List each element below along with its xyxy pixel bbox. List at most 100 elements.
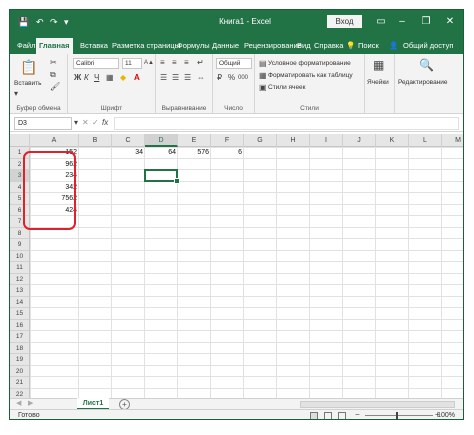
row-header-17[interactable]: 17 [10,331,29,343]
name-box[interactable]: D3 [14,117,72,130]
bold-button[interactable]: Ж [74,73,81,83]
wrap-text-icon[interactable]: ↵ [197,58,204,68]
align-center-icon[interactable]: ☰ [172,73,179,83]
merge-cells-icon[interactable]: ⇔ [197,73,205,83]
row-header-18[interactable]: 18 [10,343,29,354]
cell-e1[interactable]: 576 [178,147,211,159]
row-header-11[interactable]: 11 [10,262,29,274]
column-header-l[interactable]: L [409,134,442,147]
row-header-9[interactable]: 9 [10,239,29,251]
align-bottom-icon[interactable]: ≡ [184,58,189,68]
row-header-19[interactable]: 19 [10,354,29,366]
borders-icon[interactable]: ▦ [106,73,114,83]
align-top-icon[interactable]: ≡ [160,58,165,68]
column-header-e[interactable]: E [178,134,211,147]
conditional-formatting-button[interactable]: Условное форматирование [268,60,351,67]
column-header-b[interactable]: B [79,134,112,147]
align-middle-icon[interactable]: ≡ [172,58,177,68]
row-header-16[interactable]: 16 [10,320,29,331]
font-size-select[interactable]: 11 [122,58,142,69]
format-painter-icon[interactable]: 🖌 [50,82,60,92]
zoom-level[interactable]: 100% [437,411,455,419]
zoom-slider[interactable] [365,415,433,416]
column-header-d[interactable]: D [145,134,178,147]
thousands-separator-button[interactable]: 000 [238,73,248,83]
editing-button[interactable]: Редактирование [398,79,448,86]
paste-dropdown-icon[interactable]: ▾ [14,89,18,99]
ribbon-display-icon[interactable]: ▭ [374,15,388,28]
column-header-f[interactable]: F [211,134,244,147]
close-button[interactable]: ✕ [443,15,457,28]
find-select-icon[interactable]: 🔍 [419,59,434,71]
row-header-22[interactable]: 22 [10,389,29,399]
column-header-j[interactable]: J [343,134,376,147]
align-right-icon[interactable]: ☰ [184,73,191,83]
row-header-12[interactable]: 12 [10,274,29,285]
redo-icon[interactable]: ↷ [50,16,58,28]
column-header-i[interactable]: I [310,134,343,147]
row-header-13[interactable]: 13 [10,285,29,297]
column-header-k[interactable]: K [376,134,409,147]
paste-button[interactable]: Вставить [14,80,42,87]
row-header-20[interactable]: 20 [10,366,29,377]
column-header-g[interactable]: G [244,134,277,147]
percent-button[interactable]: % [228,73,235,83]
column-header-c[interactable]: C [112,134,145,147]
tab-data[interactable]: Данные [209,38,242,54]
cells-button[interactable]: Ячейки [367,79,389,86]
row-header-14[interactable]: 14 [10,297,29,308]
sign-in-button[interactable]: Вход [327,15,362,28]
currency-icon[interactable]: ₽ [217,73,222,83]
page-layout-view-icon[interactable] [324,412,332,419]
row-header-10[interactable]: 10 [10,251,29,262]
grow-font-icon[interactable]: A▲ [144,58,154,68]
tab-home[interactable]: Главная [36,38,73,54]
number-format-select[interactable]: Общий [216,58,252,69]
save-icon[interactable]: 💾 [18,16,29,28]
formula-input[interactable] [114,117,459,130]
cell-d1[interactable]: 64 [145,147,178,159]
format-as-table-button[interactable]: Форматировать как таблицу [268,72,353,79]
fill-color-icon[interactable]: ◆ [120,73,126,83]
font-color-icon[interactable]: A [134,73,140,83]
zoom-out-icon[interactable]: − [355,410,360,419]
align-left-icon[interactable]: ☰ [160,73,167,83]
cut-icon[interactable]: ✂ [50,58,57,68]
scroll-sheets-left-icon[interactable]: ◀ [16,399,21,409]
cancel-icon[interactable]: ✕ [82,118,89,128]
normal-view-icon[interactable] [310,412,318,419]
insert-function-icon[interactable]: fx [102,118,108,128]
tab-insert[interactable]: Вставка [77,38,111,54]
page-break-view-icon[interactable] [338,412,346,419]
minimize-button[interactable]: – [395,15,409,28]
tab-page-layout[interactable]: Разметка страницы [109,38,183,54]
search-button[interactable]: Поиск [355,38,382,54]
select-all-corner[interactable] [10,134,30,147]
column-header-m[interactable]: M [442,134,463,147]
row-header-21[interactable]: 21 [10,377,29,389]
copy-icon[interactable]: ⧉ [50,70,56,80]
row-header-15[interactable]: 15 [10,308,29,320]
cells-icon[interactable]: ▦ [373,59,384,71]
restore-button[interactable]: ❐ [419,15,433,28]
italic-button[interactable]: К [84,73,89,83]
customize-toolbar-icon[interactable]: ▾ [64,16,69,28]
tab-formulas[interactable]: Формулы [174,38,213,54]
cell-area[interactable]: 152 962 234 342 7562 424 34 64 576 6 [30,147,463,398]
undo-icon[interactable]: ↶ [36,16,44,28]
cell-f1[interactable]: 6 [211,147,244,159]
scroll-sheets-right-icon[interactable]: ▶ [28,399,33,409]
enter-icon[interactable]: ✓ [92,118,99,128]
cell-c1[interactable]: 34 [112,147,145,159]
column-header-a[interactable]: A [30,134,79,147]
active-cell-cursor[interactable] [144,169,180,183]
horizontal-scrollbar[interactable] [300,401,455,408]
zoom-slider-handle[interactable] [396,412,398,419]
cell-styles-button[interactable]: Стили ячеек [268,84,306,91]
name-box-dropdown-icon[interactable]: ▾ [74,118,78,128]
share-button[interactable]: Общий доступ [400,38,456,54]
tab-file[interactable]: Файл [14,38,38,54]
font-name-select[interactable]: Calibri [73,58,119,69]
column-header-h[interactable]: H [277,134,310,147]
tab-help[interactable]: Справка [311,38,346,54]
